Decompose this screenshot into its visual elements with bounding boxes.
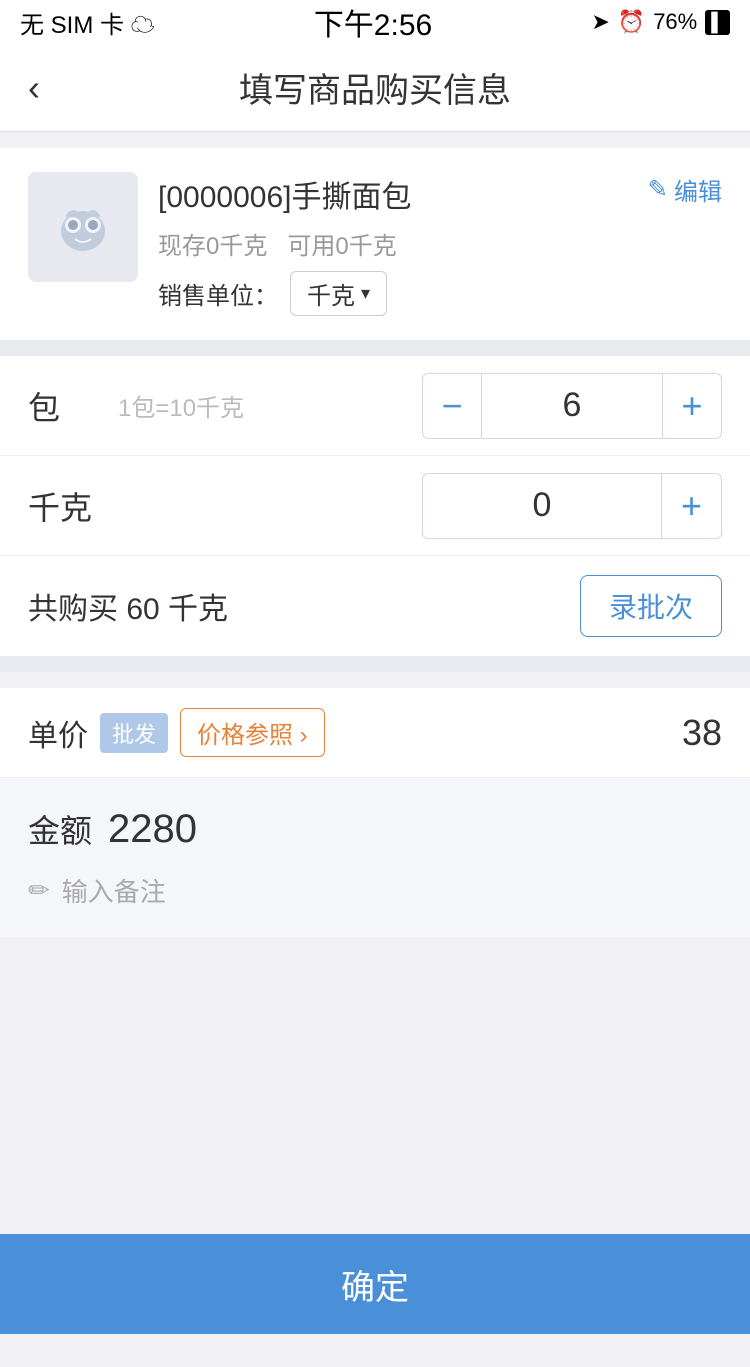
price-value: 38 [682,712,722,754]
total-row: 共购买 60 千克 录批次 [0,556,750,656]
bao-stepper: − + [422,373,722,439]
product-thumbnail [28,172,138,282]
kg-plus-button[interactable]: + [662,473,722,539]
nav-bar: ‹ 填写商品购买信息 [0,44,750,132]
price-ref-button[interactable]: 价格参照 › [180,708,325,757]
bao-input-row: 包 1包=10千克 − + [0,356,750,456]
total-text: 共购买 60 千克 [28,584,228,628]
arrow-icon: ➤ [591,9,609,35]
bao-input[interactable] [482,373,662,439]
input-section: 包 1包=10千克 − + 千克 + [0,356,750,556]
kg-label: 千克 [28,483,108,529]
remark-row[interactable]: ✏ 输入备注 [28,872,722,909]
confirm-bar[interactable]: 确定 [0,1234,750,1334]
bao-hint: 1包=10千克 [118,388,422,423]
bao-minus-button[interactable]: − [422,373,482,439]
kg-input[interactable] [422,473,662,539]
kg-input-row: 千克 + [0,456,750,556]
kg-stepper: + [422,473,722,539]
page-title: 填写商品购买信息 [239,63,511,112]
product-unit-row: 销售单位： 千克 ▾ [158,271,722,316]
product-card: [0000006]手撕面包 现存0千克 可用0千克 销售单位： 千克 ▾ ✎ 编… [0,148,750,340]
remark-placeholder: 输入备注 [62,872,166,909]
product-name: [0000006]手撕面包 [158,172,722,216]
amount-label: 金额 [28,806,92,852]
price-tag: 批发 [100,713,168,753]
chevron-down-icon: ▾ [361,283,370,304]
status-left: 无 SIM 卡 ☁ [20,5,155,40]
product-logo-icon [51,195,115,259]
separator-1 [0,340,750,356]
batch-button[interactable]: 录批次 [580,575,722,637]
amount-value: 2280 [108,807,197,852]
edit-button[interactable]: ✎ 编辑 [648,172,722,207]
product-info: [0000006]手撕面包 现存0千克 可用0千克 销售单位： 千克 ▾ [158,172,722,316]
separator-2 [0,656,750,672]
content-fill [0,937,750,1257]
battery-icon: ▌ [705,10,730,35]
battery-level: 76% [653,9,697,35]
status-bar: 无 SIM 卡 ☁ 下午2:56 ➤ ⏰ 76% ▌ [0,0,750,44]
bao-label: 包 [28,383,108,429]
status-right: ➤ ⏰ 76% ▌ [591,9,730,35]
sim-status: 无 SIM 卡 ☁ [20,5,155,40]
status-time: 下午2:56 [314,0,432,44]
product-stock: 现存0千克 可用0千克 [158,226,722,261]
bao-plus-button[interactable]: + [662,373,722,439]
price-section: 单价 批发 价格参照 › 38 [0,688,750,778]
edit-icon: ✎ [648,175,668,204]
alarm-icon: ⏰ [618,9,645,35]
amount-section: 金额 2280 ✏ 输入备注 [0,778,750,937]
price-row: 单价 批发 价格参照 › 38 [0,688,750,778]
back-button[interactable]: ‹ [28,67,40,109]
price-label: 单价 [28,711,88,755]
pencil-icon: ✏ [28,875,50,906]
confirm-button[interactable]: 确定 [341,1260,409,1309]
unit-select[interactable]: 千克 ▾ [290,271,387,316]
amount-row: 金额 2280 [28,806,722,852]
